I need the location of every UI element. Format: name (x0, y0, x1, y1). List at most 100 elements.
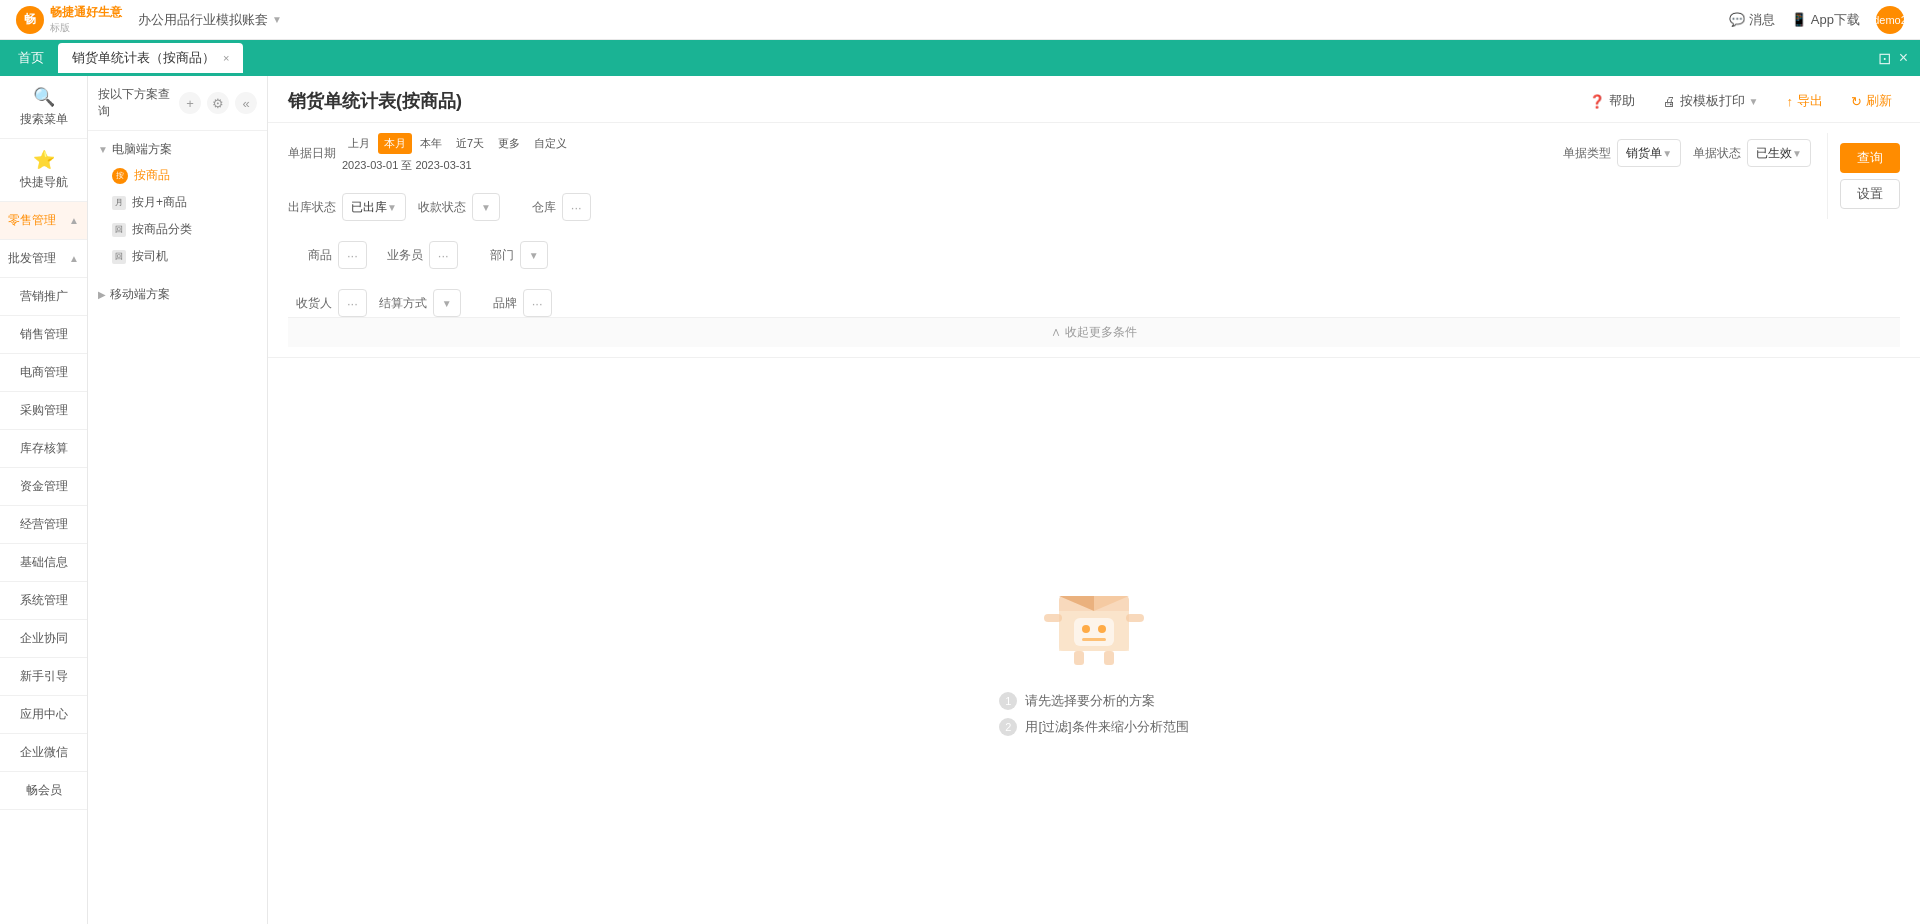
salesperson-dots[interactable]: ··· (438, 248, 449, 263)
sidebar-item-apps[interactable]: 应用中心 (0, 696, 87, 734)
filter-cell-payment: 收款状态 ▼ (418, 193, 500, 221)
print-template-btn[interactable]: 🖨 按模板打印 ▼ (1655, 88, 1767, 114)
sidebar-item-basic[interactable]: 基础信息 (0, 544, 87, 582)
warehouse-dots[interactable]: ··· (571, 200, 582, 215)
goods-dots[interactable]: ··· (347, 248, 358, 263)
date-tab-this-month[interactable]: 本月 (378, 133, 412, 154)
date-tab-custom[interactable]: 自定义 (528, 133, 573, 154)
sidebar-item-retail[interactable]: 零售管理 ▲ (0, 202, 87, 240)
goods-select[interactable]: ··· (338, 241, 367, 269)
tab-bar: 首页 销货单统计表（按商品） × ⊡ × (0, 40, 1920, 76)
scheme-panel-actions: + ⚙ « (179, 92, 257, 114)
top-nav-left: 畅 畅捷通好生意 标版 办公用品行业模拟账套 ▼ (16, 4, 290, 35)
scheme-panel-header: 按以下方案查询 + ⚙ « (88, 76, 267, 131)
main-layout: 🔍 搜索菜单 ⭐ 快捷导航 零售管理 ▲ 批发管理 ▲ 营销推广 销售管理 电商… (0, 76, 1920, 924)
sidebar-item-collab[interactable]: 企业协同 (0, 620, 87, 658)
sidebar: 🔍 搜索菜单 ⭐ 快捷导航 零售管理 ▲ 批发管理 ▲ 营销推广 销售管理 电商… (0, 76, 88, 924)
doc-type-select[interactable]: 销货单 ▼ (1617, 139, 1681, 167)
user-area[interactable]: demo2 (1876, 6, 1904, 34)
warehouse-select[interactable]: ··· (562, 193, 591, 221)
page-actions: ❓ 帮助 🖨 按模板打印 ▼ ↑ 导出 ↻ 刷新 (1581, 88, 1900, 114)
query-button[interactable]: 查询 (1840, 143, 1900, 173)
filter-cell-receiver: 收货人 ··· (288, 289, 367, 317)
sidebar-item-finance[interactable]: 资金管理 (0, 468, 87, 506)
salesperson-select[interactable]: ··· (429, 241, 458, 269)
doc-status-select[interactable]: 已生效 ▼ (1747, 139, 1811, 167)
sidebar-item-ecommerce[interactable]: 电商管理 (0, 354, 87, 392)
message-btn[interactable]: 💬 消息 (1729, 11, 1775, 29)
settlement-select[interactable]: ▼ (433, 289, 461, 317)
scheme-sub-icon-cat: 回 (112, 223, 126, 237)
app-download-btn[interactable]: 📱 App下载 (1791, 11, 1860, 29)
filter-cell-warehouse: 仓库 ··· (512, 193, 591, 221)
print-chevron-icon: ▼ (1749, 96, 1759, 107)
brand-dots[interactable]: ··· (532, 296, 543, 311)
brand-text: 畅捷通好生意 标版 (50, 4, 122, 35)
sidebar-item-sales-mgmt[interactable]: 销售管理 (0, 316, 87, 354)
filter-row-1: 单据日期 上月 本月 本年 近7天 更多 自定义 (288, 133, 1811, 173)
sidebar-item-operation[interactable]: 经营管理 (0, 506, 87, 544)
group-expand-icon: ▼ (98, 144, 108, 155)
sidebar-item-marketing[interactable]: 营销推广 (0, 278, 87, 316)
date-tab-more[interactable]: 更多 (492, 133, 526, 154)
sidebar-search[interactable]: 🔍 搜索菜单 (0, 76, 87, 139)
brand-select[interactable]: ··· (523, 289, 552, 317)
date-tab-last-month[interactable]: 上月 (342, 133, 376, 154)
tab-home[interactable]: 首页 (4, 43, 58, 73)
sidebar-item-wechat[interactable]: 企业微信 (0, 734, 87, 772)
app-download-icon: 📱 (1791, 12, 1807, 27)
quick-nav-icon: ⭐ (33, 149, 55, 171)
scheme-settings-btn[interactable]: ⚙ (207, 92, 229, 114)
sidebar-item-wholesale[interactable]: 批发管理 ▲ (0, 240, 87, 278)
empty-state: 1 请先选择要分析的方案 2 用[过滤]条件来缩小分析范围 (268, 358, 1920, 924)
help-btn[interactable]: ❓ 帮助 (1581, 88, 1643, 114)
refresh-btn[interactable]: ↻ 刷新 (1843, 88, 1900, 114)
sidebar-item-purchase[interactable]: 采购管理 (0, 392, 87, 430)
svg-rect-9 (1104, 651, 1114, 665)
filter-cell-docstatus: 单据状态 已生效 ▼ (1693, 139, 1811, 167)
content-area: 按以下方案查询 + ⚙ « ▼ 电脑端方案 按 按商品 月 (88, 76, 1920, 924)
empty-tip-row-2: 2 用[过滤]条件来缩小分析范围 (999, 718, 1188, 736)
scheme-collapse-btn[interactable]: « (235, 92, 257, 114)
sidebar-quick-nav[interactable]: ⭐ 快捷导航 (0, 139, 87, 202)
scheme-leaf-by-goods[interactable]: 按 按商品 (88, 162, 267, 189)
tab-sales-stat[interactable]: 销货单统计表（按商品） × (58, 43, 243, 73)
tab-close-icon[interactable]: × (223, 52, 229, 64)
export-icon: ↑ (1787, 94, 1794, 109)
svg-point-5 (1082, 625, 1090, 633)
export-btn[interactable]: ↑ 导出 (1779, 88, 1832, 114)
scheme-leaf-icon: 按 (112, 168, 128, 184)
tab-close-all-icon[interactable]: × (1899, 49, 1908, 67)
receiver-dots[interactable]: ··· (347, 296, 358, 311)
workspace-selector[interactable]: 办公用品行业模拟账套 ▼ (130, 7, 290, 33)
tip-num-2: 2 (999, 718, 1017, 736)
scheme-add-btn[interactable]: + (179, 92, 201, 114)
scheme-leaf-by-cashier[interactable]: 回 按司机 (88, 243, 267, 270)
empty-illustration (1029, 546, 1159, 676)
settlement-chevron-icon: ▼ (442, 298, 452, 309)
sidebar-item-member[interactable]: 畅会员 (0, 772, 87, 810)
date-tab-this-year[interactable]: 本年 (414, 133, 448, 154)
department-select[interactable]: ▼ (520, 241, 548, 269)
filter-section: 单据日期 上月 本月 本年 近7天 更多 自定义 (268, 123, 1920, 358)
scheme-leaf-by-category[interactable]: 回 按商品分类 (88, 216, 267, 243)
filter-cell-outstatus: 出库状态 已出库 ▼ (288, 193, 406, 221)
scheme-group-mobile: ▶ 移动端方案 (88, 276, 267, 313)
out-status-select[interactable]: 已出库 ▼ (342, 193, 406, 221)
payment-status-select[interactable]: ▼ (472, 193, 500, 221)
date-tab-last7[interactable]: 近7天 (450, 133, 490, 154)
scheme-group-header-desktop[interactable]: ▼ 电脑端方案 (88, 137, 267, 162)
tab-restore-icon[interactable]: ⊡ (1878, 49, 1891, 68)
date-range: 2023-03-01 至 2023-03-31 (342, 158, 1551, 173)
receiver-select[interactable]: ··· (338, 289, 367, 317)
scheme-group-header-mobile[interactable]: ▶ 移动端方案 (88, 282, 267, 307)
sidebar-item-guide[interactable]: 新手引导 (0, 658, 87, 696)
collapse-more-btn[interactable]: ∧ 收起更多条件 (288, 317, 1900, 347)
filter-cell-goods: 商品 ··· (288, 241, 367, 269)
svg-rect-10 (1044, 614, 1062, 622)
settings-button[interactable]: 设置 (1840, 179, 1900, 209)
scheme-leaf-by-month-goods[interactable]: 月 按月+商品 (88, 189, 267, 216)
filter-cell-date: 单据日期 上月 本月 本年 近7天 更多 自定义 (288, 133, 1551, 173)
sidebar-item-system[interactable]: 系统管理 (0, 582, 87, 620)
sidebar-item-inventory[interactable]: 库存核算 (0, 430, 87, 468)
